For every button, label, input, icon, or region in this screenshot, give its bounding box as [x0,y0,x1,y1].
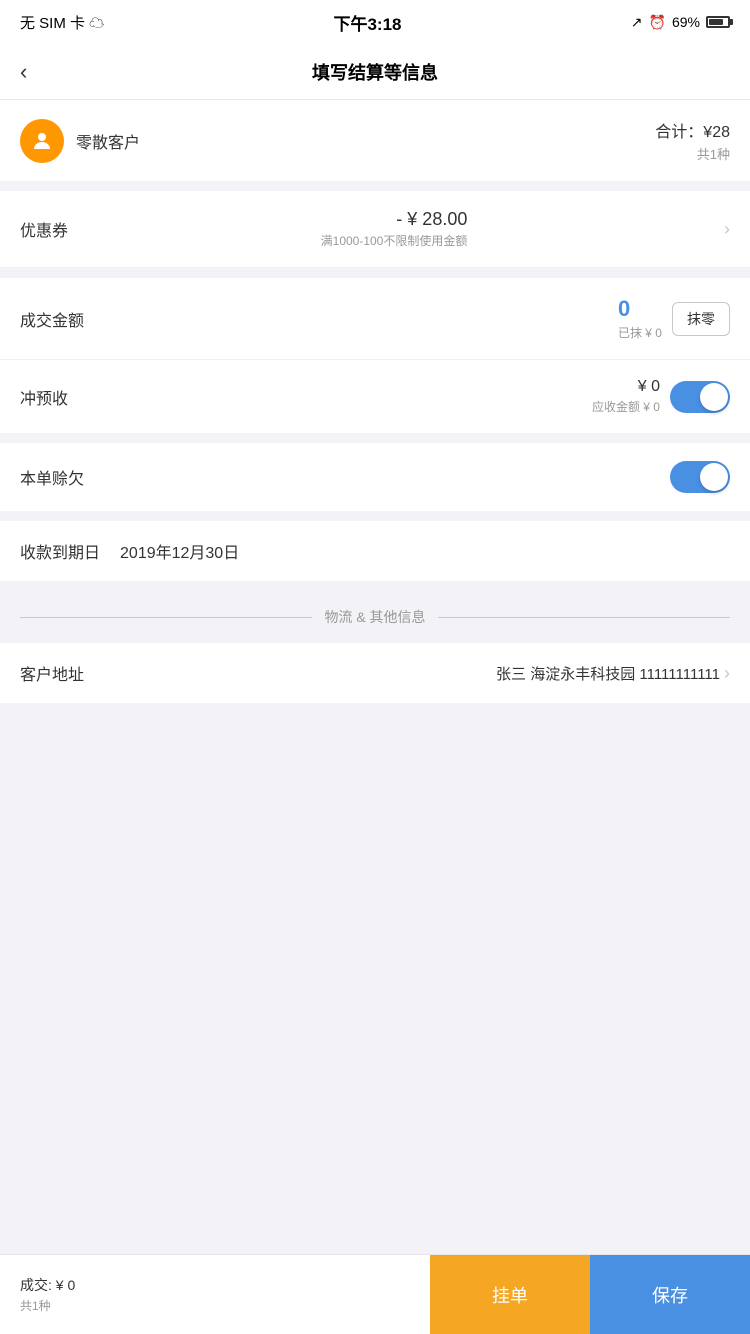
amount-row: 成交金额 0 已抹 ¥ 0 抹零 [0,278,750,360]
amount-label: 成交金额 [20,307,84,331]
alarm-icon: ⏰ [649,14,666,31]
pre-collect-toggle[interactable] [670,381,730,413]
bottom-count: 共1种 [20,1297,410,1314]
address-section[interactable]: 客户地址 张三 海淀永丰科技园 11111111111 › [0,643,750,703]
amount-value: 0 [618,296,630,321]
due-date-value: 2019年12月30日 [120,539,239,563]
debt-toggle[interactable] [670,461,730,493]
logistics-section: 物流 & 其他信息 [0,591,750,643]
location-icon: ↗ [631,14,643,31]
transaction-section: 成交金额 0 已抹 ¥ 0 抹零 冲预收 ¥ 0 应收金额 ¥ 0 [0,278,750,433]
divider-line-left [20,617,312,618]
pre-collect-value: ¥ 0 [592,378,660,396]
status-left: 无 SIM 卡 ☁ [20,12,104,33]
debt-label: 本单赊欠 [20,465,84,489]
bottom-info: 成交: ¥ 0 共1种 [0,1255,430,1334]
debt-section: 本单赊欠 [0,443,750,511]
avatar [20,119,64,163]
due-date-label: 收款到期日 [20,539,100,563]
pre-collect-label: 冲预收 [20,385,68,409]
coupon-label: 优惠券 [20,217,68,241]
hangup-button[interactable]: 挂单 [430,1255,590,1334]
toggle-knob [700,383,728,411]
battery-icon [706,16,730,28]
address-value: 张三 海淀永丰科技园 11111111111 [104,663,720,684]
page-title: 填写结算等信息 [312,59,438,85]
debt-toggle-knob [700,463,728,491]
chevron-right-icon: › [724,219,730,240]
status-bar: 无 SIM 卡 ☁ 下午3:18 ↗ ⏰ 69% [0,0,750,44]
customer-name: 零散客户 [76,129,140,153]
status-time: 下午3:18 [333,10,401,35]
coupon-row[interactable]: 优惠券 - ¥ 28.00 满1000-100不限制使用金额 › [0,191,750,268]
coupon-section[interactable]: 优惠券 - ¥ 28.00 满1000-100不限制使用金额 › [0,191,750,268]
no-sim-label: 无 SIM 卡 ☁ [20,12,104,33]
logistics-title: 物流 & 其他信息 [324,607,425,627]
bottom-transaction: 成交: ¥ 0 [20,1275,410,1295]
coupon-value: - ¥ 28.00 [321,209,468,230]
status-right: ↗ ⏰ 69% [631,14,730,31]
total-count: 共1种 [655,144,730,163]
amount-sub: 已抹 ¥ 0 [618,324,662,341]
due-date-section[interactable]: 收款到期日 2019年12月30日 [0,521,750,581]
back-button[interactable]: ‹ [20,59,27,85]
logistics-header: 物流 & 其他信息 [0,591,750,643]
pre-collect-row: 冲预收 ¥ 0 应收金额 ¥ 0 [0,360,750,433]
content: 零散客户 合计：¥28 共1种 优惠券 - ¥ 28.00 满1000-100不… [0,100,750,793]
divider-line-right [438,617,730,618]
address-label: 客户地址 [20,661,84,685]
battery-percent: 69% [672,14,700,30]
bottom-bar: 成交: ¥ 0 共1种 挂单 保存 [0,1254,750,1334]
round-zero-button[interactable]: 抹零 [672,302,730,336]
transaction-value: ¥ 0 [56,1277,75,1293]
save-button[interactable]: 保存 [590,1255,750,1334]
coupon-description: 满1000-100不限制使用金额 [321,232,468,249]
total-amount: 合计：¥28 [655,118,730,142]
address-chevron-icon: › [724,663,730,684]
transaction-label: 成交: [20,1277,52,1293]
customer-section: 零散客户 合计：¥28 共1种 [0,100,750,181]
pre-collect-sub: 应收金额 ¥ 0 [592,398,660,415]
nav-bar: ‹ 填写结算等信息 [0,44,750,100]
